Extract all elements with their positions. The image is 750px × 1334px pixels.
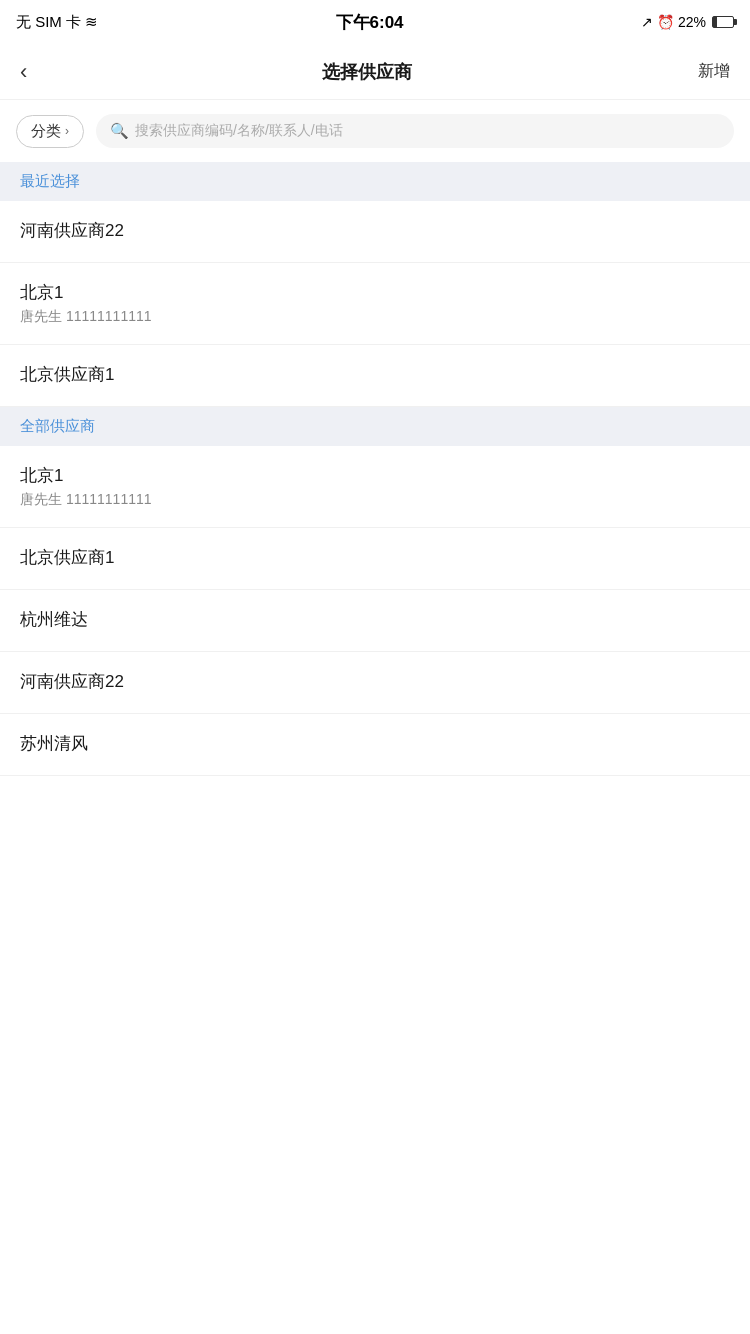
all-list-item[interactable]: 苏州清风 bbox=[0, 714, 750, 776]
battery-icon bbox=[712, 16, 734, 28]
item-name: 河南供应商22 bbox=[20, 219, 730, 242]
item-name: 北京供应商1 bbox=[20, 546, 730, 569]
status-bar: 无 SIM 卡 ≋ 下午6:04 ↗ ⏰ 22% bbox=[0, 0, 750, 44]
status-time: 下午6:04 bbox=[336, 11, 404, 34]
item-name: 杭州维达 bbox=[20, 608, 730, 631]
nav-bar: ‹ 选择供应商 新增 bbox=[0, 44, 750, 100]
all-list-item[interactable]: 北京1 唐先生 11111111111 bbox=[0, 446, 750, 528]
recent-list-item[interactable]: 北京供应商1 bbox=[0, 345, 750, 407]
item-name: 河南供应商22 bbox=[20, 670, 730, 693]
chevron-right-icon: › bbox=[65, 124, 69, 138]
filter-bar: 分类 › 🔍 搜索供应商编码/名称/联系人/电话 bbox=[0, 100, 750, 162]
item-name: 北京供应商1 bbox=[20, 363, 730, 386]
all-items-list: 北京1 唐先生 11111111111 北京供应商1 杭州维达河南供应商22 苏州清风 bbox=[0, 446, 750, 776]
location-icon: ↗ bbox=[641, 14, 653, 30]
search-icon: 🔍 bbox=[110, 122, 129, 140]
all-list-item[interactable]: 北京供应商1 bbox=[0, 528, 750, 590]
all-list-item[interactable]: 河南供应商22 bbox=[0, 652, 750, 714]
search-box[interactable]: 🔍 搜索供应商编码/名称/联系人/电话 bbox=[96, 114, 734, 148]
category-filter-button[interactable]: 分类 › bbox=[16, 115, 84, 148]
recent-list-item[interactable]: 河南供应商22 bbox=[0, 201, 750, 263]
back-button[interactable]: ‹ bbox=[20, 55, 35, 89]
status-right: ↗ ⏰ 22% bbox=[641, 14, 734, 30]
recent-section-header: 最近选择 bbox=[0, 162, 750, 201]
battery-label: 22% bbox=[678, 14, 706, 30]
add-button[interactable]: 新增 bbox=[698, 61, 730, 82]
search-placeholder: 搜索供应商编码/名称/联系人/电话 bbox=[135, 122, 343, 140]
item-name: 苏州清风 bbox=[20, 732, 730, 755]
item-name: 北京1 bbox=[20, 464, 730, 487]
category-label: 分类 bbox=[31, 122, 61, 141]
item-subtitle: 唐先生 11111111111 bbox=[20, 308, 730, 326]
recent-items-list: 河南供应商22 北京1 唐先生 11111111111 北京供应商1 bbox=[0, 201, 750, 407]
all-section-header: 全部供应商 bbox=[0, 407, 750, 446]
status-left: 无 SIM 卡 ≋ bbox=[16, 13, 98, 32]
no-sim-label: 无 SIM 卡 ≋ bbox=[16, 13, 98, 32]
page-title: 选择供应商 bbox=[322, 60, 412, 84]
recent-list-item[interactable]: 北京1 唐先生 11111111111 bbox=[0, 263, 750, 345]
item-subtitle: 唐先生 11111111111 bbox=[20, 491, 730, 509]
alarm-icon: ⏰ bbox=[657, 14, 674, 30]
item-name: 北京1 bbox=[20, 281, 730, 304]
all-list-item[interactable]: 杭州维达 bbox=[0, 590, 750, 652]
